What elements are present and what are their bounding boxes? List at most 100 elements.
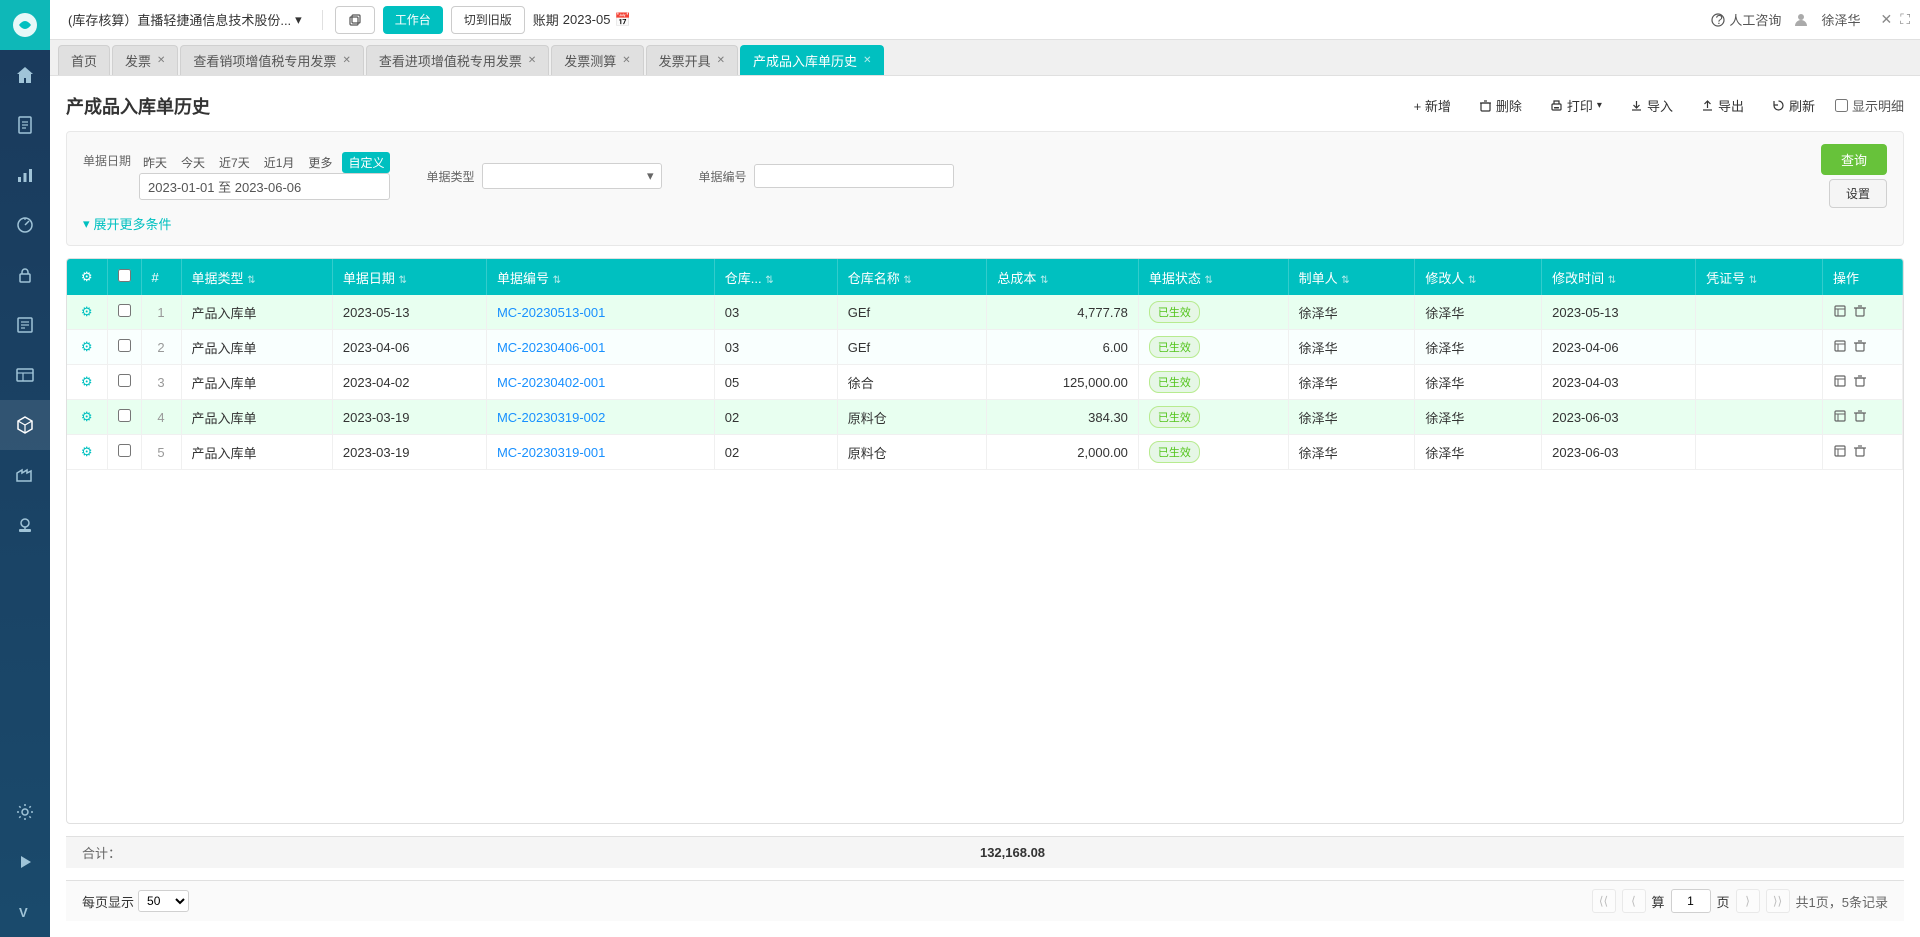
show-detail-checkbox[interactable] [1835, 99, 1848, 112]
shortcut-today[interactable]: 今天 [177, 152, 209, 173]
num-filter-input[interactable] [754, 164, 954, 188]
sidebar-item-lock[interactable] [0, 250, 50, 300]
print-btn[interactable]: 打印 ▾ [1542, 92, 1610, 119]
select-all-checkbox[interactable] [118, 269, 131, 282]
row-code-link[interactable]: MC-20230319-001 [497, 445, 605, 460]
calendar-icon[interactable]: 📅 [614, 12, 630, 28]
th-warehouse-name[interactable]: 仓库名称 ⇅ [837, 259, 987, 295]
tab-calc-close[interactable]: ✕ [622, 55, 630, 66]
tab-purchase-vat-close[interactable]: ✕ [528, 55, 536, 66]
sidebar-item-chart[interactable] [0, 150, 50, 200]
last-page-btn[interactable]: ⟩⟩ [1766, 889, 1790, 913]
maximize-window-icon[interactable]: ⛶ [1900, 11, 1910, 28]
new-btn[interactable]: + 新增 [1406, 92, 1459, 119]
sidebar-item-play[interactable] [0, 837, 50, 887]
delete-btn[interactable]: 删除 [1471, 92, 1530, 119]
date-range-input[interactable]: 2023-01-01 至 2023-06-06 [139, 173, 390, 200]
shortcut-yesterday[interactable]: 昨天 [139, 152, 171, 173]
row-delete-icon[interactable] [1853, 409, 1867, 426]
th-code[interactable]: 单据编号 ⇅ [486, 259, 714, 295]
next-page-btn[interactable]: ⟩ [1736, 889, 1760, 913]
shortcut-7days[interactable]: 近7天 [215, 152, 254, 173]
prev-page-btn[interactable]: ⟨ [1622, 889, 1646, 913]
td-checkbox[interactable] [107, 295, 141, 330]
app-logo[interactable] [0, 0, 50, 50]
type-filter-select[interactable]: ▾ [482, 163, 662, 189]
tab-sales-vat[interactable]: 查看销项增值税专用发票 ✕ [180, 45, 363, 75]
th-date[interactable]: 单据日期 ⇅ [332, 259, 486, 295]
row-delete-icon[interactable] [1853, 374, 1867, 391]
per-page-dropdown[interactable]: 50 20 100 [138, 890, 189, 912]
sidebar-item-bill[interactable] [0, 300, 50, 350]
show-detail-label[interactable]: 显示明细 [1835, 96, 1904, 115]
td-code[interactable]: MC-20230319-002 [486, 400, 714, 435]
tab-sales-vat-close[interactable]: ✕ [342, 55, 350, 66]
export-btn[interactable]: 导出 [1693, 92, 1752, 119]
th-settings[interactable]: ⚙ [67, 259, 107, 295]
th-modify-time[interactable]: 修改时间 ⇅ [1542, 259, 1696, 295]
close-window-icon[interactable]: ✕ [1880, 11, 1892, 28]
th-voucher[interactable]: 凭证号 ⇅ [1696, 259, 1823, 295]
tab-warehouse-history[interactable]: 产成品入库单历史 ✕ [740, 45, 884, 75]
tab-invoice[interactable]: 发票 ✕ [112, 45, 178, 75]
row-checkbox-0[interactable] [118, 304, 131, 317]
setting-btn[interactable]: 设置 [1829, 179, 1887, 208]
th-total-cost[interactable]: 总成本 ⇅ [987, 259, 1139, 295]
help-btn[interactable]: ? 人工咨询 [1711, 10, 1781, 29]
query-btn[interactable]: 查询 [1821, 144, 1887, 175]
row-delete-icon[interactable] [1853, 339, 1867, 356]
td-code[interactable]: MC-20230319-001 [486, 435, 714, 470]
th-status[interactable]: 单据状态 ⇅ [1138, 259, 1288, 295]
th-checkbox[interactable] [107, 259, 141, 295]
tab-purchase-vat[interactable]: 查看进项增值税专用发票 ✕ [366, 45, 549, 75]
td-settings[interactable]: ⚙ [67, 365, 107, 400]
sidebar-item-settings[interactable] [0, 787, 50, 837]
sidebar-item-box[interactable] [0, 400, 50, 450]
td-code[interactable]: MC-20230402-001 [486, 365, 714, 400]
th-modifier[interactable]: 修改人 ⇅ [1415, 259, 1542, 295]
print-dropdown-icon[interactable]: ▾ [1597, 100, 1602, 111]
switch-old-btn[interactable]: 切到旧版 [451, 6, 525, 34]
row-code-link[interactable]: MC-20230402-001 [497, 375, 605, 390]
expand-more-btn[interactable]: ▾ 展开更多条件 [83, 214, 1887, 233]
row-code-link[interactable]: MC-20230513-001 [497, 305, 605, 320]
sidebar-item-home[interactable] [0, 50, 50, 100]
td-code[interactable]: MC-20230406-001 [486, 330, 714, 365]
refresh-btn[interactable]: 刷新 [1764, 92, 1823, 119]
row-code-link[interactable]: MC-20230406-001 [497, 340, 605, 355]
row-checkbox-1[interactable] [118, 339, 131, 352]
sidebar-item-analytics[interactable] [0, 200, 50, 250]
sidebar-item-document[interactable] [0, 100, 50, 150]
page-number-input[interactable] [1671, 889, 1711, 913]
td-settings[interactable]: ⚙ [67, 295, 107, 330]
th-creator[interactable]: 制单人 ⇅ [1288, 259, 1415, 295]
sidebar-item-table[interactable] [0, 350, 50, 400]
td-settings[interactable]: ⚙ [67, 435, 107, 470]
td-settings[interactable]: ⚙ [67, 400, 107, 435]
sidebar-item-stamp[interactable] [0, 500, 50, 550]
tab-home[interactable]: 首页 [58, 45, 110, 75]
row-delete-icon[interactable] [1853, 444, 1867, 461]
tab-open[interactable]: 发票开具 ✕ [646, 45, 738, 75]
tab-invoice-close[interactable]: ✕ [157, 55, 165, 66]
td-checkbox[interactable] [107, 330, 141, 365]
row-checkbox-4[interactable] [118, 444, 131, 457]
tab-open-close[interactable]: ✕ [717, 55, 725, 66]
sidebar-item-factory[interactable] [0, 450, 50, 500]
row-edit-icon[interactable] [1833, 304, 1847, 321]
first-page-btn[interactable]: ⟨⟨ [1592, 889, 1616, 913]
import-btn[interactable]: 导入 [1622, 92, 1681, 119]
row-checkbox-3[interactable] [118, 409, 131, 422]
copy-btn[interactable] [335, 6, 375, 34]
shortcut-1month[interactable]: 近1月 [260, 152, 299, 173]
td-settings[interactable]: ⚙ [67, 330, 107, 365]
tab-warehouse-history-close[interactable]: ✕ [863, 55, 871, 66]
row-edit-icon[interactable] [1833, 409, 1847, 426]
user-avatar[interactable] [1793, 12, 1809, 28]
shortcut-more[interactable]: 更多 [304, 152, 336, 173]
th-warehouse-code[interactable]: 仓库... ⇅ [714, 259, 837, 295]
th-type[interactable]: 单据类型 ⇅ [181, 259, 332, 295]
td-checkbox[interactable] [107, 400, 141, 435]
shortcut-custom[interactable]: 自定义 [342, 152, 390, 173]
row-delete-icon[interactable] [1853, 304, 1867, 321]
